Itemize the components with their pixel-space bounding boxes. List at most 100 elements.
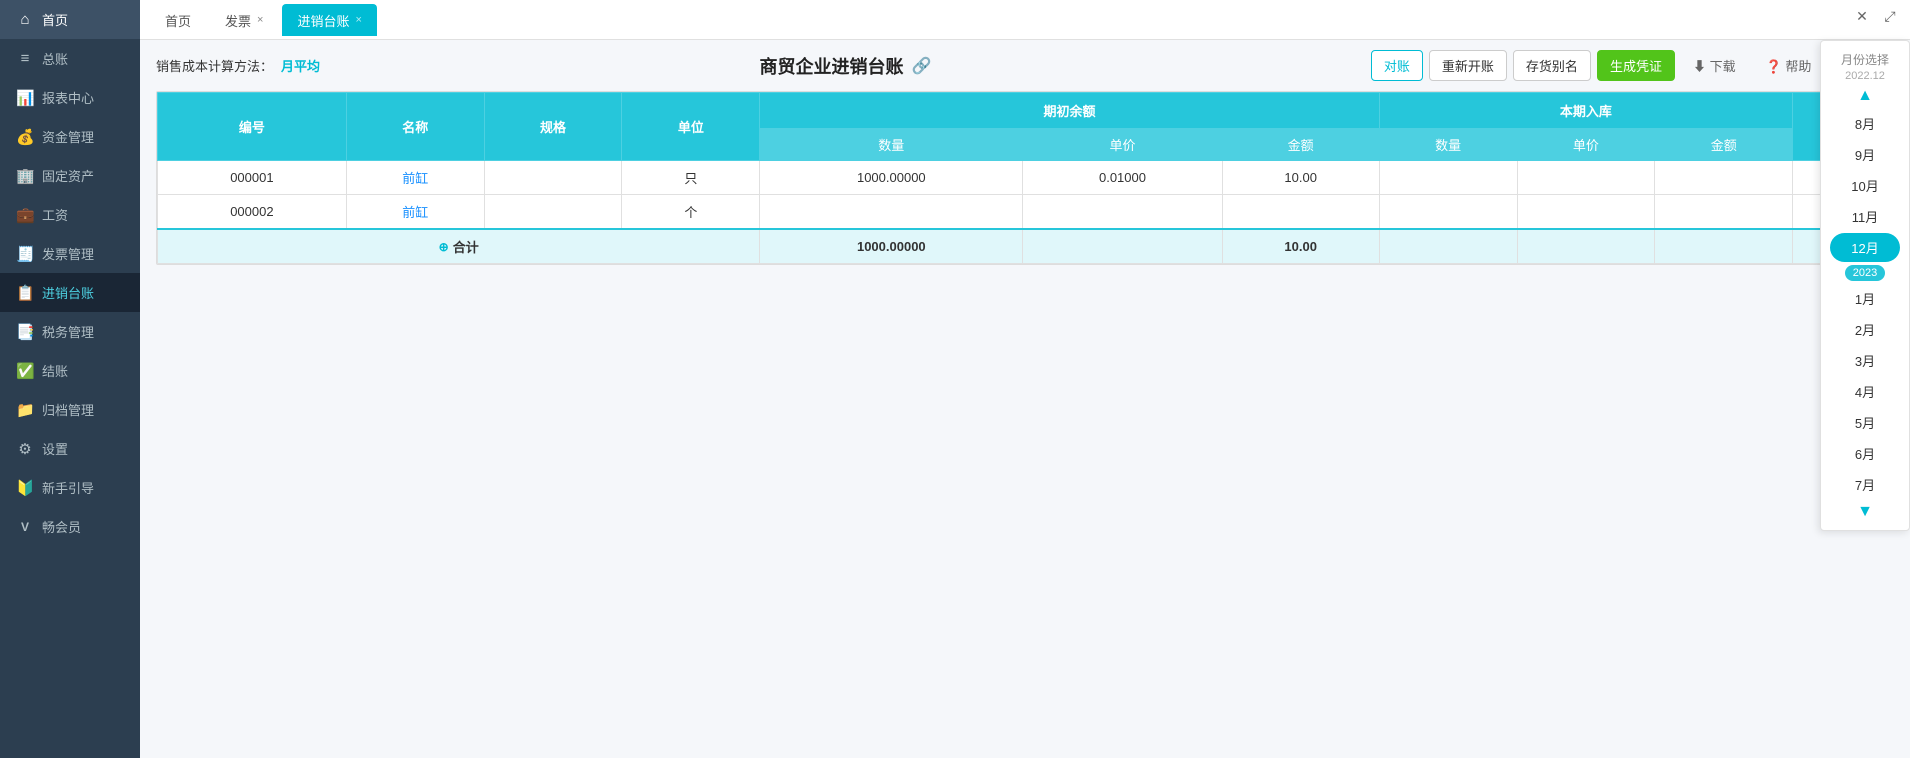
table-row[interactable]: 000001 前缸 只 1000.00000 0.01000 10.00	[158, 161, 1893, 195]
sidebar-item-tax[interactable]: 📑 税务管理	[0, 312, 140, 351]
month-scroll-up[interactable]: ▲	[1853, 84, 1877, 108]
settings-icon: ⚙	[16, 440, 34, 458]
month-item-3[interactable]: 3月	[1830, 346, 1900, 375]
sidebar-item-home[interactable]: ⌂ 首页	[0, 0, 140, 39]
tab-home[interactable]: 首页	[150, 4, 206, 36]
tab-bar: 首页 发票 × 进销台账 × ✕ ⤢	[140, 0, 1910, 40]
month-panel-title: 月份选择	[1841, 47, 1889, 70]
sidebar-item-finance[interactable]: 💰 资金管理	[0, 117, 140, 156]
cell-in-qty	[1379, 195, 1517, 230]
col-group-current-in: 本期入库	[1379, 93, 1793, 129]
sidebar-item-archive[interactable]: 📁 归档管理	[0, 390, 140, 429]
total-in-qty	[1379, 229, 1517, 264]
sidebar-item-payroll[interactable]: 💼 工资	[0, 195, 140, 234]
month-item-7[interactable]: 7月	[1830, 470, 1900, 499]
total-in-price	[1517, 229, 1655, 264]
help-icon: ❓	[1766, 59, 1782, 74]
col-sub-open-price: 单价	[1023, 129, 1222, 161]
tab-inventory-close[interactable]: ×	[355, 14, 361, 26]
total-open-qty: 1000.00000	[760, 229, 1023, 264]
cell-spec	[484, 195, 622, 230]
year-2023-badge: 2023	[1845, 265, 1885, 281]
generate-voucher-button[interactable]: 生成凭证	[1597, 50, 1675, 81]
month-item-9[interactable]: 9月	[1830, 140, 1900, 169]
cell-unit: 个	[622, 195, 760, 230]
cost-method: 销售成本计算方法： 月平均	[156, 56, 320, 75]
col-sub-in-qty: 数量	[1379, 129, 1517, 161]
col-header-name: 名称	[346, 93, 484, 161]
tab-invoice[interactable]: 发票 ×	[210, 4, 278, 36]
page-title: 商贸企业进销台账	[760, 53, 904, 79]
close-ledger-icon: ✅	[16, 362, 34, 380]
sidebar-item-ledger[interactable]: ≡ 总账	[0, 39, 140, 78]
title-link-icon[interactable]: 🔗	[912, 56, 932, 76]
sidebar-item-settings[interactable]: ⚙ 设置	[0, 429, 140, 468]
sidebar-item-inventory[interactable]: 📋 进销台账	[0, 273, 140, 312]
page-title-area: 商贸企业进销台账 🔗	[760, 53, 932, 79]
tab-invoice-close[interactable]: ×	[257, 14, 263, 26]
sidebar-item-reports[interactable]: 📊 报表中心	[0, 78, 140, 117]
reconcile-button[interactable]: 对账	[1371, 50, 1423, 81]
cell-code: 000002	[158, 195, 347, 230]
assets-icon: 🏢	[16, 167, 34, 185]
window-close-button[interactable]: ✕	[1852, 6, 1872, 26]
inventory-table-wrapper: 编号 名称 规格 单位 期初余额 本期入库 数 数量 单价 金额 数量 单价	[156, 91, 1894, 265]
month-item-12[interactable]: 12月	[1830, 233, 1900, 262]
total-open-price	[1023, 229, 1222, 264]
window-controls: ✕ ⤢	[1852, 6, 1900, 26]
window-expand-button[interactable]: ⤢	[1880, 6, 1900, 26]
finance-icon: 💰	[16, 128, 34, 146]
sidebar-item-assets[interactable]: 🏢 固定资产	[0, 156, 140, 195]
cell-in-amount	[1655, 195, 1793, 230]
month-scroll-down[interactable]: ▼	[1853, 500, 1877, 524]
cell-name: 前缸	[346, 161, 484, 195]
cell-open-price: 0.01000	[1023, 161, 1222, 195]
download-button[interactable]: ⬇ 下载	[1681, 51, 1748, 80]
col-header-spec: 规格	[484, 93, 622, 161]
col-sub-open-amount: 金额	[1222, 129, 1379, 161]
member-icon: V	[16, 520, 34, 534]
cell-unit: 只	[622, 161, 760, 195]
sidebar-item-guide[interactable]: 🔰 新手引导	[0, 468, 140, 507]
cell-in-amount	[1655, 161, 1793, 195]
sidebar-item-invoice-mgmt[interactable]: 🧾 发票管理	[0, 234, 140, 273]
month-item-8[interactable]: 8月	[1830, 109, 1900, 138]
guide-icon: 🔰	[16, 479, 34, 497]
tax-icon: 📑	[16, 323, 34, 341]
total-open-amount: 10.00	[1222, 229, 1379, 264]
cell-open-price	[1023, 195, 1222, 230]
cell-spec	[484, 161, 622, 195]
main-content: 首页 发票 × 进销台账 × ✕ ⤢ 销售成本计算方法： 月平均 商贸企业进销台…	[140, 0, 1910, 758]
total-in-amount	[1655, 229, 1793, 264]
month-item-6[interactable]: 6月	[1830, 439, 1900, 468]
action-buttons: 对账 重新开账 存货别名 生成凭证 ⬇ 下载 ❓ 帮助 ↻ 刷新	[1371, 50, 1894, 81]
download-icon: ⬇	[1693, 59, 1706, 74]
month-panel-year-2022: 2022.12	[1845, 70, 1885, 82]
page-content: 销售成本计算方法： 月平均 商贸企业进销台账 🔗 对账 重新开账 存货别名 生成…	[140, 40, 1910, 758]
month-item-5[interactable]: 5月	[1830, 408, 1900, 437]
inventory-table: 编号 名称 规格 单位 期初余额 本期入库 数 数量 单价 金额 数量 单价	[157, 92, 1893, 264]
sidebar-item-close[interactable]: ✅ 结账	[0, 351, 140, 390]
month-item-1[interactable]: 1月	[1830, 284, 1900, 313]
month-item-2[interactable]: 2月	[1830, 315, 1900, 344]
archive-icon: 📁	[16, 401, 34, 419]
inventory-icon: 📋	[16, 284, 34, 302]
help-button[interactable]: ❓ 帮助	[1754, 51, 1824, 80]
month-item-10[interactable]: 10月	[1830, 171, 1900, 200]
save-alias-button[interactable]: 存货别名	[1513, 50, 1591, 81]
col-sub-in-price: 单价	[1517, 129, 1655, 161]
cell-in-qty	[1379, 161, 1517, 195]
sidebar-item-member[interactable]: V 畅会员	[0, 507, 140, 546]
payroll-icon: 💼	[16, 206, 34, 224]
cell-name: 前缸	[346, 195, 484, 230]
cell-in-price	[1517, 161, 1655, 195]
col-sub-in-amount: 金额	[1655, 129, 1793, 161]
reopen-button[interactable]: 重新开账	[1429, 50, 1507, 81]
month-item-4[interactable]: 4月	[1830, 377, 1900, 406]
table-row[interactable]: 000002 前缸 个	[158, 195, 1893, 230]
cell-code: 000001	[158, 161, 347, 195]
tab-inventory[interactable]: 进销台账 ×	[282, 4, 376, 36]
month-item-11[interactable]: 11月	[1830, 202, 1900, 231]
total-icon: ⊕	[439, 240, 449, 254]
top-bar: 销售成本计算方法： 月平均 商贸企业进销台账 🔗 对账 重新开账 存货别名 生成…	[156, 50, 1894, 81]
